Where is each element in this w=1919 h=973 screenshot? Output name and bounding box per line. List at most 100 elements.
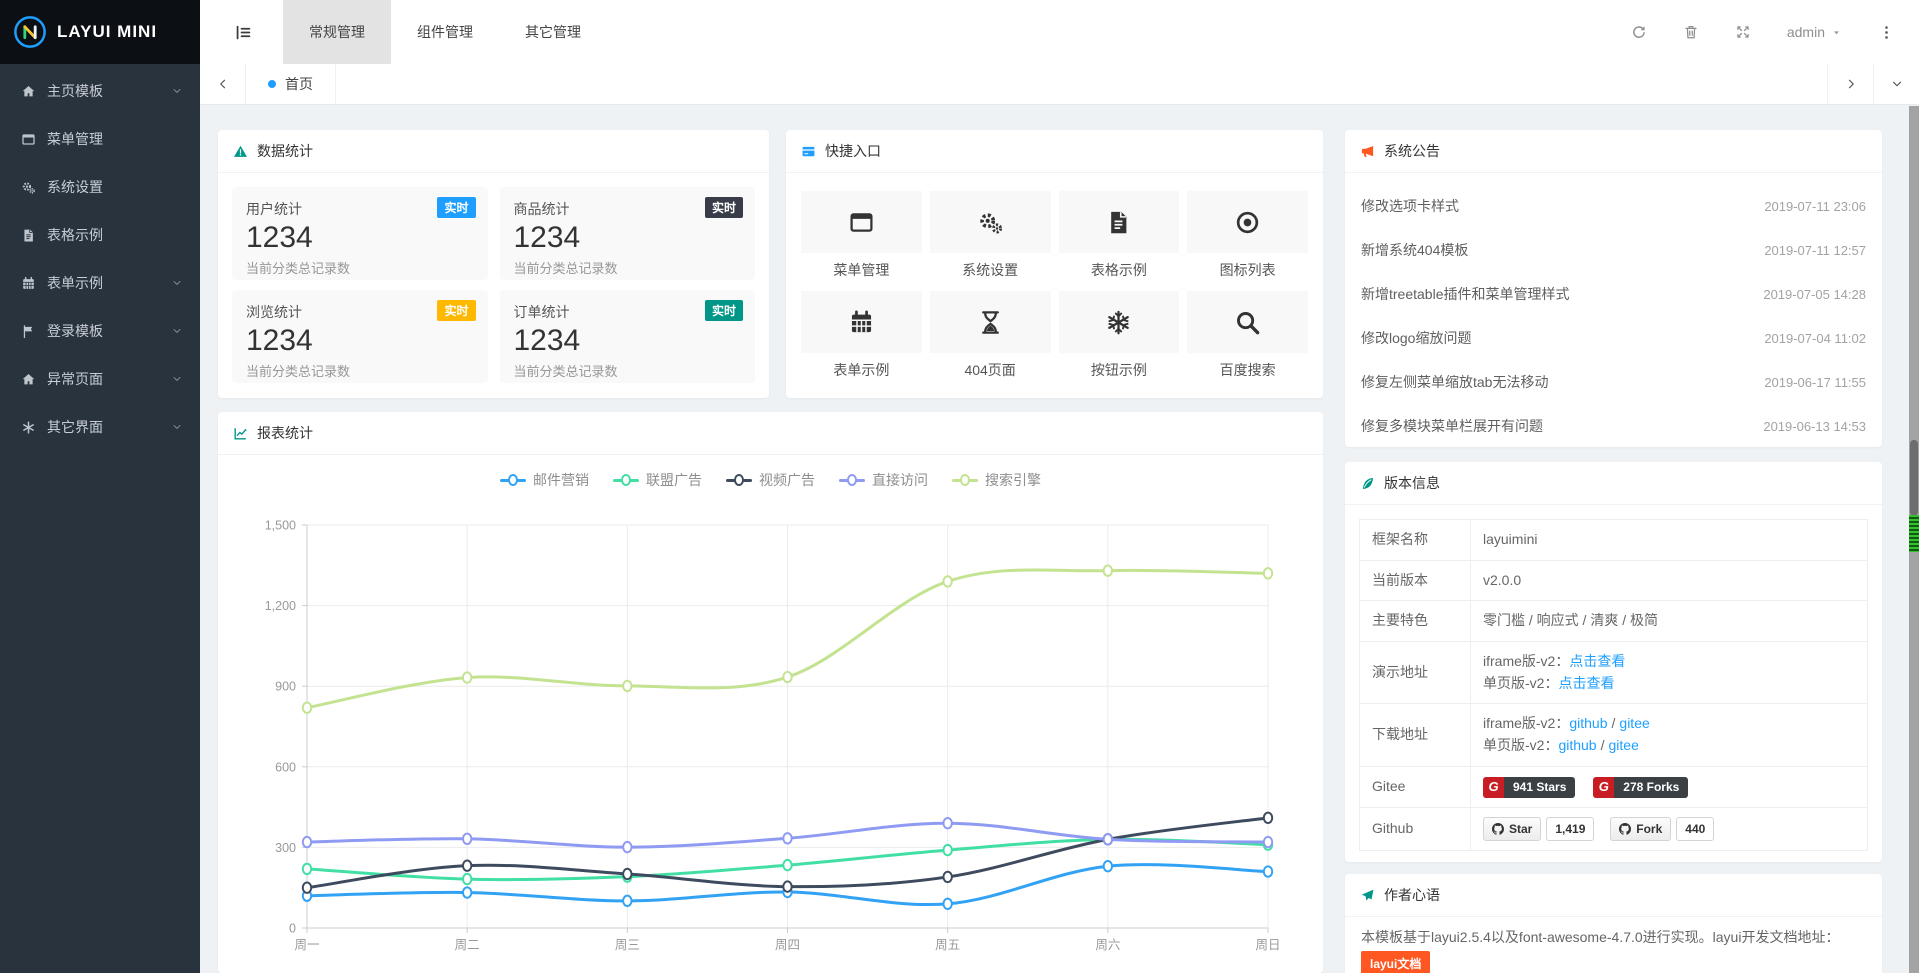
svg-text:1,500: 1,500	[265, 519, 296, 533]
demo-link[interactable]: 点击查看	[1569, 653, 1625, 669]
row-value: iframe版-v2：github/gitee 单页版-v2：github/gi…	[1471, 704, 1868, 766]
chart-legend: 邮件营销 联盟广告 视频广告 直接访问 搜索引擎	[218, 470, 1323, 490]
sidebar-item[interactable]: 异常页面	[0, 355, 200, 403]
announcement-item[interactable]: 修改选项卡样式 2019-07-11 23:06	[1345, 184, 1882, 228]
refresh-icon[interactable]	[1631, 24, 1647, 40]
module-tab[interactable]: 组件管理	[391, 0, 499, 64]
stat-card: 用户统计 1234 当前分类总记录数 实时	[232, 187, 488, 280]
sidebar-item-label: 表格示例	[47, 225, 103, 245]
shortcut-item[interactable]: 按钮示例	[1059, 291, 1180, 389]
sidebar-item-label: 表单示例	[47, 273, 103, 293]
chevron-down-icon	[172, 278, 182, 288]
tabs-scroll-left-button[interactable]	[200, 64, 246, 104]
svg-text:周日: 周日	[1255, 938, 1280, 952]
legend-marker	[613, 474, 639, 487]
sidebar-item[interactable]: 其它界面	[0, 403, 200, 451]
shortcut-label: 百度搜索	[1187, 360, 1308, 380]
module-tab[interactable]: 其它管理	[499, 0, 607, 64]
github-icon	[1492, 823, 1504, 835]
sidebar-item[interactable]: 表格示例	[0, 211, 200, 259]
gitee-icon: G	[1593, 777, 1614, 798]
realtime-badge: 实时	[705, 300, 743, 321]
legend-item[interactable]: 搜索引擎	[952, 470, 1041, 490]
announcement-date: 2019-07-11 23:06	[1764, 199, 1866, 214]
svg-text:300: 300	[275, 841, 296, 855]
announcement-text: 新增系统404模板	[1361, 240, 1468, 260]
chart-line-icon	[233, 426, 248, 441]
stat-value: 1234	[514, 325, 742, 357]
sidebar-item[interactable]: 主页模板	[0, 67, 200, 115]
svg-text:600: 600	[275, 760, 296, 774]
shortcut-item[interactable]: 图标列表	[1187, 191, 1308, 289]
stat-value: 1234	[246, 325, 474, 357]
announcement-date: 2019-07-05 14:28	[1763, 287, 1866, 302]
row-value: layuimini	[1471, 520, 1868, 561]
github-star-button[interactable]: Star	[1483, 817, 1541, 842]
legend-item[interactable]: 邮件营销	[500, 470, 589, 490]
github-fork-widget: Fork440	[1610, 817, 1714, 842]
sidebar-item[interactable]: 系统设置	[0, 163, 200, 211]
shortcut-item[interactable]: 表单示例	[801, 291, 922, 389]
sidebar-item[interactable]: 登录模板	[0, 307, 200, 355]
gitee-stars-badge[interactable]: G941 Stars	[1483, 777, 1575, 798]
download-link[interactable]: gitee	[1609, 737, 1639, 753]
leaf-icon	[1360, 476, 1375, 491]
version-table: 框架名称 layuimini 当前版本 v2.0.0 主要特色 零门槛 / 响应…	[1359, 519, 1868, 851]
sidebar-item-label: 登录模板	[47, 321, 103, 341]
shortcut-item[interactable]: 系统设置	[930, 191, 1051, 289]
download-link[interactable]: github	[1558, 737, 1596, 753]
github-fork-count[interactable]: 440	[1676, 817, 1714, 842]
demo-link[interactable]: 点击查看	[1558, 675, 1614, 691]
github-icon	[1619, 823, 1631, 835]
more-menu-icon[interactable]	[1878, 24, 1895, 41]
scrollbar-thumb[interactable]	[1910, 440, 1918, 516]
author-notes-body: 本模板基于layui2.5.4以及font-awesome-4.7.0进行实现。…	[1345, 917, 1882, 973]
chevron-right-icon	[1845, 78, 1857, 90]
megaphone-icon	[1360, 144, 1375, 159]
table-row: 主要特色 零门槛 / 响应式 / 清爽 / 极简	[1360, 601, 1868, 642]
github-fork-button[interactable]: Fork	[1610, 817, 1671, 842]
svg-text:900: 900	[275, 680, 296, 694]
separator: /	[1612, 715, 1616, 731]
announcement-item[interactable]: 新增系统404模板 2019-07-11 12:57	[1345, 228, 1882, 272]
module-tab[interactable]: 常规管理	[283, 0, 391, 64]
sidebar-item[interactable]: 菜单管理	[0, 115, 200, 163]
download-link[interactable]: github	[1569, 715, 1607, 731]
fullscreen-icon[interactable]	[1735, 24, 1751, 40]
tabs-scroll-right-button[interactable]	[1827, 64, 1873, 104]
shortcut-icon-box	[801, 291, 922, 353]
user-menu[interactable]: admin	[1787, 24, 1842, 40]
announcement-text: 修改选项卡样式	[1361, 196, 1459, 216]
announcement-item[interactable]: 修复左侧菜单缩放tab无法移动 2019-06-17 11:55	[1345, 360, 1882, 404]
announcement-item[interactable]: 新增treetable插件和菜单管理样式 2019-07-05 14:28	[1345, 272, 1882, 316]
legend-item[interactable]: 联盟广告	[613, 470, 702, 490]
tab-home[interactable]: 首页	[246, 64, 336, 104]
shortcut-icon-box	[1187, 291, 1308, 353]
panel-data-stats: 数据统计 用户统计 1234 当前分类总记录数 实时 商品统计 1234 当前分…	[218, 130, 769, 398]
stat-caption: 当前分类总记录数	[514, 361, 742, 380]
shortcut-item[interactable]: 百度搜索	[1187, 291, 1308, 389]
collapse-sidebar-icon[interactable]	[234, 23, 253, 42]
legend-item[interactable]: 视频广告	[726, 470, 815, 490]
layui-doc-badge[interactable]: layui文档	[1361, 951, 1430, 973]
shortcut-item[interactable]: 404页面	[930, 291, 1051, 389]
panel-report-chart: 报表统计 邮件营销 联盟广告 视频广告 直接访问 搜索引擎 0300600900…	[218, 412, 1323, 973]
home-icon	[20, 84, 37, 99]
trash-icon[interactable]	[1683, 24, 1699, 40]
separator: /	[1601, 737, 1605, 753]
sidebar-item[interactable]: 表单示例	[0, 259, 200, 307]
github-star-count[interactable]: 1,419	[1546, 817, 1594, 842]
chevron-down-icon	[172, 374, 182, 384]
shortcut-item[interactable]: 菜单管理	[801, 191, 922, 289]
gitee-forks-badge[interactable]: G278 Forks	[1593, 777, 1688, 798]
shortcut-item[interactable]: 表格示例	[1059, 191, 1180, 289]
panel-version-info: 版本信息 框架名称 layuimini 当前版本 v2.0.0 主要特色 零门槛…	[1345, 462, 1882, 862]
shortcut-label: 系统设置	[930, 260, 1051, 280]
announcement-item[interactable]: 修复多模块菜单栏展开有问题 2019-06-13 14:53	[1345, 404, 1882, 447]
scrollbar-track[interactable]	[1909, 106, 1919, 973]
tabs-dropdown-button[interactable]	[1873, 64, 1919, 104]
legend-item[interactable]: 直接访问	[839, 470, 928, 490]
announcement-item[interactable]: 修改logo缩放问题 2019-07-04 11:02	[1345, 316, 1882, 360]
download-link[interactable]: gitee	[1619, 715, 1649, 731]
announcement-text: 修改logo缩放问题	[1361, 328, 1471, 348]
